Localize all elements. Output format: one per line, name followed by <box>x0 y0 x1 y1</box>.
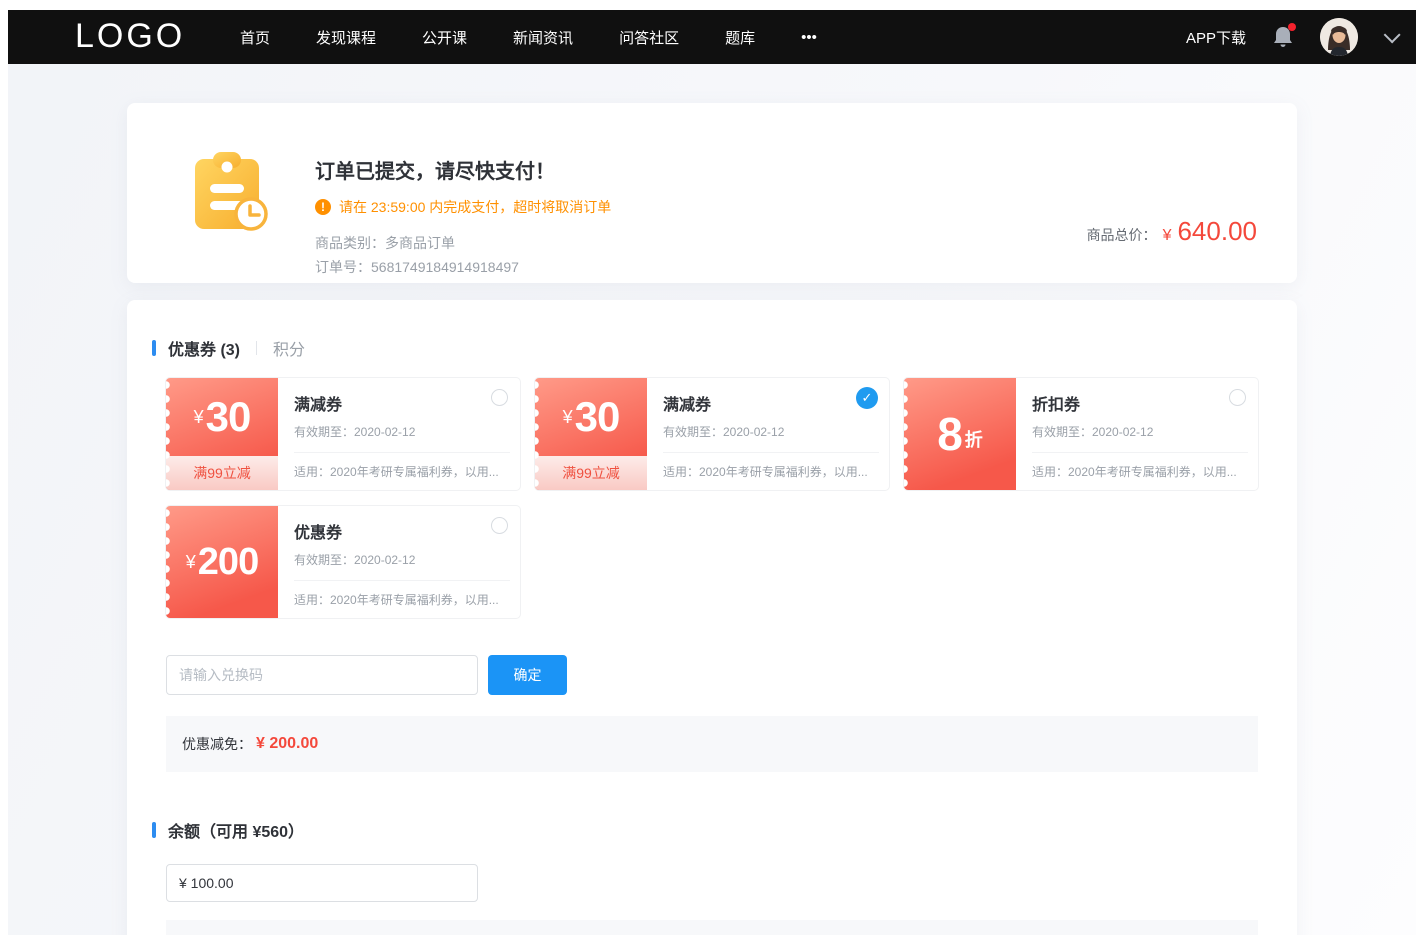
coupon-1-validity: 有效期至：2020-02-12 <box>294 423 506 440</box>
coupon-card-3[interactable]: 8折 折扣券 有效期至：2020-02-12 适用：2020年考研专属福利券，以… <box>904 378 1258 490</box>
coupon-1-currency: ¥ <box>194 407 204 428</box>
total-price-value: 640.00 <box>1177 216 1257 247</box>
warning-text: 请在 23:59:00 内完成支付，超时将取消订单 <box>339 197 611 217</box>
logo[interactable]: LOGO <box>75 17 185 56</box>
notification-bell-icon[interactable] <box>1272 25 1294 49</box>
coupon-1-value: 30 <box>206 393 251 441</box>
coupon-3-stub: 8折 <box>904 378 1016 490</box>
total-price-label: 商品总价： <box>1087 225 1157 245</box>
tab-coupons[interactable]: 优惠券 (3) <box>168 336 240 360</box>
coupon-1-stub: ¥30 满99立减 <box>166 378 278 490</box>
order-payment-page: LOGO 首页 发现课程 公开课 新闻资讯 问答社区 题库 ••• APP下载 <box>0 0 1424 935</box>
order-category-value: 多商品订单 <box>385 235 455 251</box>
coupon-4-title: 优惠券 <box>294 519 506 543</box>
section-marker <box>152 822 156 838</box>
coupon-2-scope: 适用：2020年考研专属福利券，以用... <box>663 452 879 490</box>
nav-item-more[interactable]: ••• <box>801 29 817 46</box>
order-number-row: 订单号：5681749184914918497 <box>315 255 611 279</box>
nav-menu: 首页 发现课程 公开课 新闻资讯 问答社区 题库 ••• <box>240 10 817 64</box>
coupon-card-2[interactable]: ¥30 满99立减 满减券 有效期至：2020-02-12 适用：2020年考研… <box>535 378 889 490</box>
balance-section-header: 余额（可用 ¥560） <box>152 818 304 842</box>
nav-item-question-bank[interactable]: 题库 <box>725 27 755 48</box>
nav-item-news[interactable]: 新闻资讯 <box>513 27 573 48</box>
coupon-4-stub: ¥200 <box>166 506 278 618</box>
coupon-2-validity: 有效期至：2020-02-12 <box>663 423 875 440</box>
coupon-3-scope: 适用：2020年考研专属福利券，以用... <box>1032 452 1248 490</box>
nav-right-cluster: APP下载 <box>1186 10 1396 64</box>
discount-label: 优惠减免： <box>182 734 252 754</box>
coupon-card-1[interactable]: ¥30 满99立减 满减券 有效期至：2020-02-12 适用：2020年考研… <box>166 378 520 490</box>
redeem-code-input[interactable] <box>166 655 478 695</box>
order-info: 订单已提交，请尽快支付！ ! 请在 23:59:00 内完成支付，超时将取消订单… <box>315 155 611 279</box>
order-total: 商品总价： ¥ 640.00 <box>1087 216 1257 247</box>
coupon-4-radio-unselected-icon[interactable] <box>491 517 508 534</box>
coupon-4-currency: ¥ <box>186 552 196 573</box>
order-clipboard-icon <box>183 147 275 244</box>
coupon-2-selected-check-icon[interactable]: ✓ <box>856 387 878 409</box>
nav-item-home[interactable]: 首页 <box>240 27 270 48</box>
coupon-2-stub: ¥30 满99立减 <box>535 378 647 490</box>
coupon-2-condition: 满99立减 <box>535 456 647 490</box>
payment-options-card: 优惠券 (3) 积分 ¥30 满99立减 满减券 有效期至：2020-02-12… <box>127 300 1297 935</box>
order-category-label: 商品类别： <box>315 235 385 251</box>
coupon-3-body: 折扣券 有效期至：2020-02-12 适用：2020年考研专属福利券，以用..… <box>1016 378 1258 490</box>
coupon-1-scope: 适用：2020年考研专属福利券，以用... <box>294 452 510 490</box>
top-nav: LOGO 首页 发现课程 公开课 新闻资讯 问答社区 题库 ••• APP下载 <box>8 10 1416 64</box>
coupon-1-condition: 满99立减 <box>166 456 278 490</box>
coupon-3-validity: 有效期至：2020-02-12 <box>1032 423 1244 440</box>
coupon-card-4[interactable]: ¥200 优惠券 有效期至：2020-02-12 适用：2020年考研专属福利券… <box>166 506 520 618</box>
notification-badge <box>1288 23 1296 31</box>
coupon-2-value: 30 <box>575 393 620 441</box>
nav-item-qa-community[interactable]: 问答社区 <box>619 27 679 48</box>
coupon-section-header: 优惠券 (3) 积分 <box>152 336 305 360</box>
app-download-link[interactable]: APP下载 <box>1186 27 1246 48</box>
coupon-4-validity: 有效期至：2020-02-12 <box>294 551 506 568</box>
coupon-2-title: 满减券 <box>663 391 875 415</box>
redeem-confirm-button[interactable]: 确定 <box>488 655 567 695</box>
order-category-row: 商品类别：多商品订单 <box>315 231 611 255</box>
coupon-1-amount: ¥30 <box>166 378 278 456</box>
payment-deadline-notice: ! 请在 23:59:00 内完成支付，超时将取消订单 <box>315 197 611 217</box>
coupon-2-amount: ¥30 <box>535 378 647 456</box>
order-meta: 商品类别：多商品订单 订单号：5681749184914918497 <box>315 231 611 279</box>
section-marker <box>152 340 156 356</box>
tab-points[interactable]: 积分 <box>273 336 305 360</box>
coupon-3-radio-unselected-icon[interactable] <box>1229 389 1246 406</box>
coupon-3-value: 8 <box>937 407 963 461</box>
coupon-3-unit: 折 <box>965 426 983 452</box>
chevron-down-icon[interactable] <box>1384 26 1401 43</box>
order-title: 订单已提交，请尽快支付！ <box>315 155 611 184</box>
coupon-4-amount: ¥200 <box>166 506 278 618</box>
next-summary-bar-partial <box>166 920 1258 935</box>
coupon-3-amount: 8折 <box>904 378 1016 490</box>
nav-item-open-class[interactable]: 公开课 <box>422 27 467 48</box>
coupon-1-radio-unselected-icon[interactable] <box>491 389 508 406</box>
coupon-4-body: 优惠券 有效期至：2020-02-12 适用：2020年考研专属福利券，以用..… <box>278 506 520 618</box>
balance-title: 余额（可用 ¥560） <box>168 818 304 842</box>
nav-item-discover-courses[interactable]: 发现课程 <box>316 27 376 48</box>
coupon-4-value: 200 <box>198 541 258 584</box>
warning-icon: ! <box>315 199 331 215</box>
coupon-2-body: 满减券 有效期至：2020-02-12 适用：2020年考研专属福利券，以用..… <box>647 378 889 490</box>
coupon-4-scope: 适用：2020年考研专属福利券，以用... <box>294 580 510 618</box>
discount-summary-bar: 优惠减免： ¥ 200.00 <box>166 716 1258 772</box>
balance-amount-input[interactable] <box>166 864 478 902</box>
total-currency: ¥ <box>1163 227 1172 245</box>
coupon-3-title: 折扣券 <box>1032 391 1244 415</box>
coupon-1-title: 满减券 <box>294 391 506 415</box>
coupon-1-body: 满减券 有效期至：2020-02-12 适用：2020年考研专属福利券，以用..… <box>278 378 520 490</box>
order-summary-card: 订单已提交，请尽快支付！ ! 请在 23:59:00 内完成支付，超时将取消订单… <box>127 103 1297 283</box>
order-number-value: 5681749184914918497 <box>371 259 519 275</box>
tab-divider <box>256 341 257 355</box>
coupon-2-currency: ¥ <box>563 407 573 428</box>
discount-value: ¥ 200.00 <box>256 735 318 753</box>
avatar[interactable] <box>1320 18 1358 56</box>
order-number-label: 订单号： <box>315 259 371 275</box>
